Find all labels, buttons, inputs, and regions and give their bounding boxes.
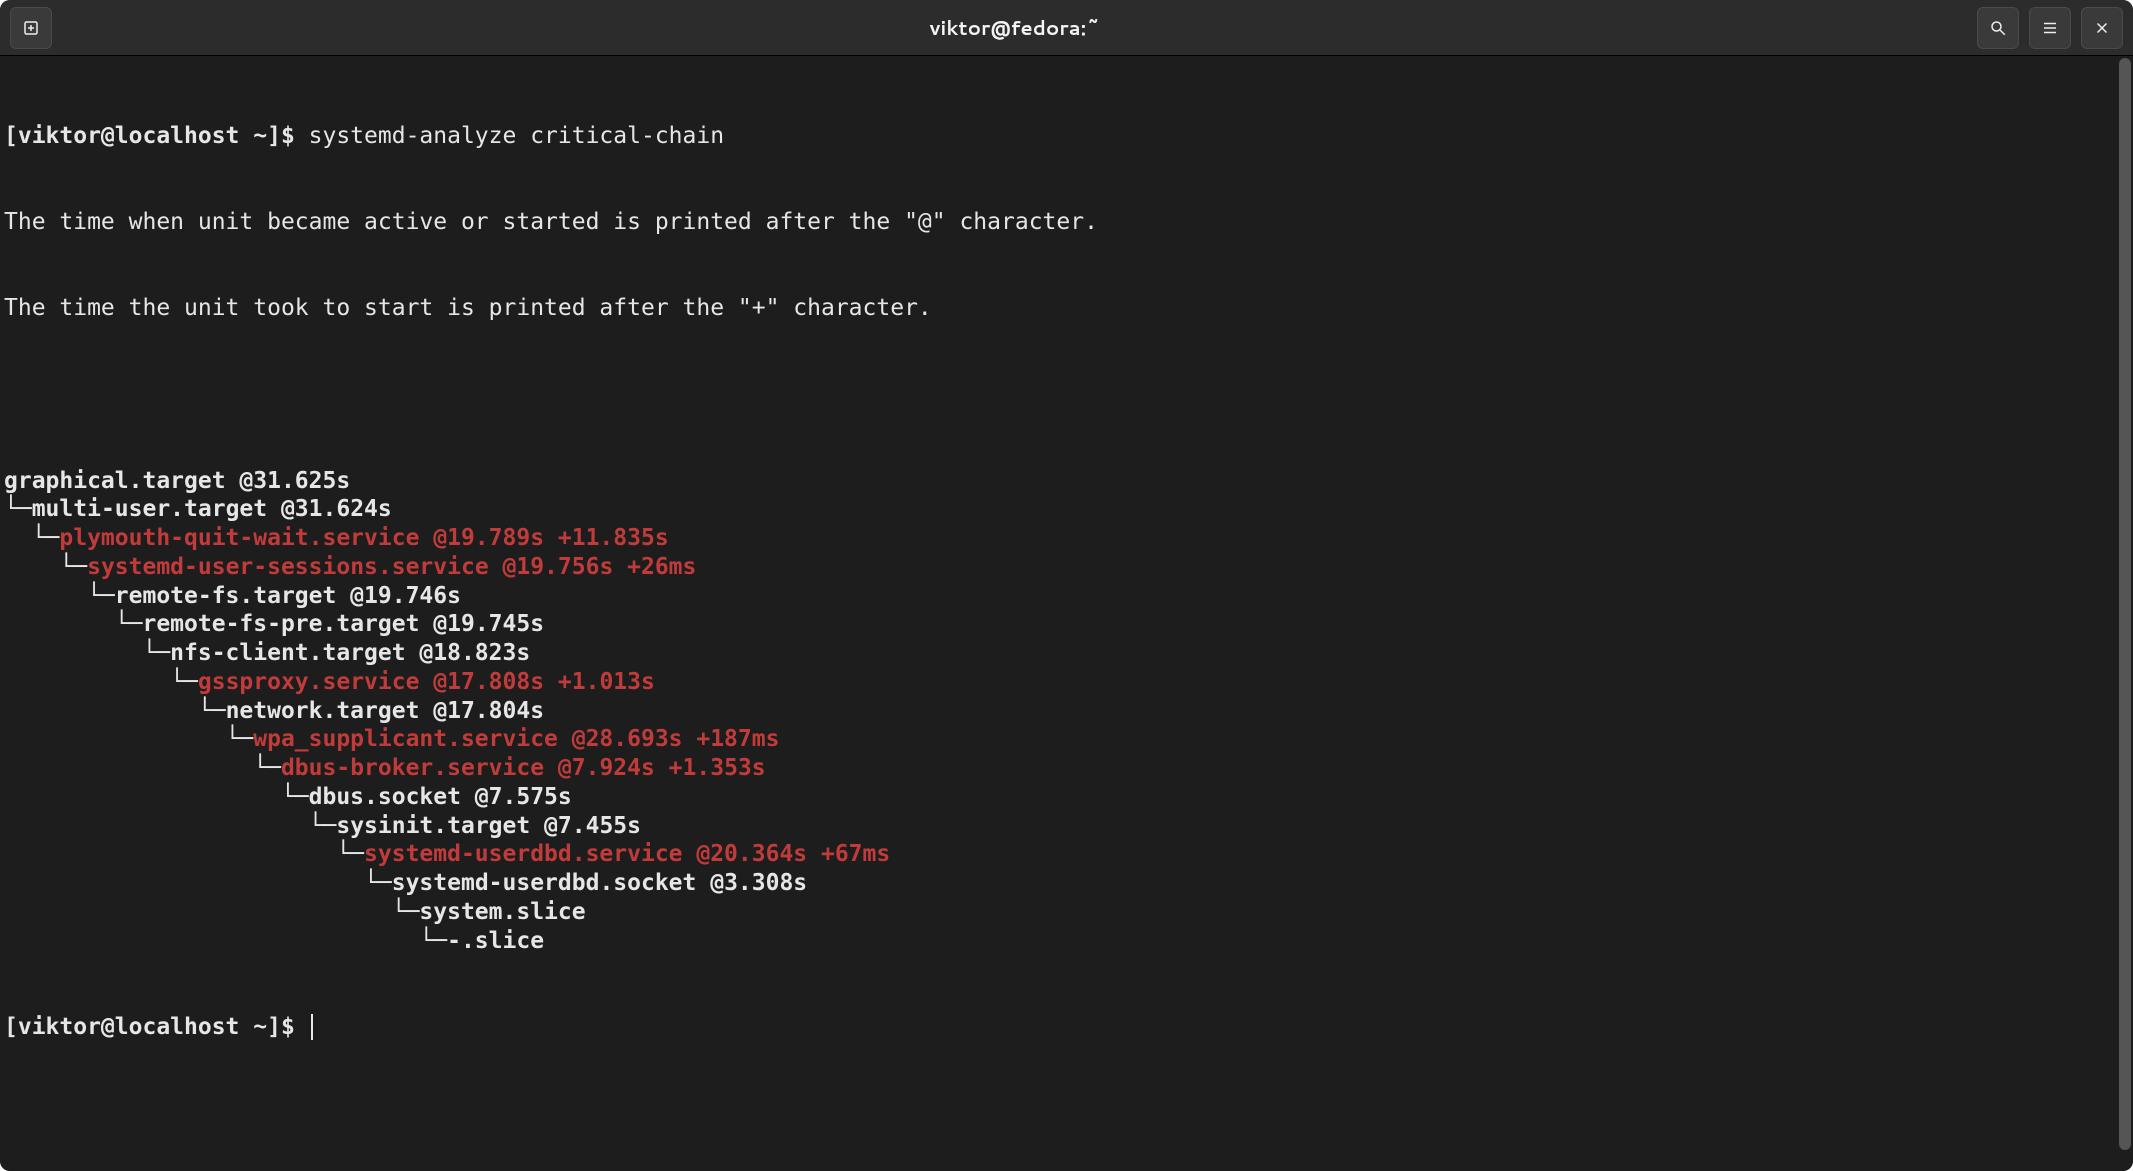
unit-entry: systemd-userdbd.service @20.364s +67ms bbox=[364, 841, 890, 867]
tree-branch-icon: └─ bbox=[4, 870, 392, 896]
tree-branch-icon: └─ bbox=[4, 554, 87, 580]
tree-branch-icon: └─ bbox=[4, 496, 32, 522]
blank-line bbox=[4, 380, 2129, 409]
unit-entry: remote-fs-pre.target @19.745s bbox=[142, 611, 544, 637]
close-icon bbox=[2093, 19, 2111, 37]
shell-prompt: [viktor@localhost ~]$ bbox=[4, 123, 309, 149]
explain-line-2: The time the unit took to start is print… bbox=[4, 294, 2129, 323]
tree-branch-icon: └─ bbox=[4, 813, 336, 839]
tree-line: └─sysinit.target @7.455s bbox=[4, 812, 2129, 841]
unit-entry: network.target @17.804s bbox=[226, 698, 545, 724]
tree-branch-icon: └─ bbox=[4, 899, 419, 925]
tree-branch-icon: └─ bbox=[4, 784, 309, 810]
new-tab-button[interactable] bbox=[10, 7, 52, 49]
explain-line-1: The time when unit became active or star… bbox=[4, 208, 2129, 237]
tree-branch-icon: └─ bbox=[4, 669, 198, 695]
critical-chain-tree: graphical.target @31.625s└─multi-user.ta… bbox=[4, 467, 2129, 956]
tree-line: └─nfs-client.target @18.823s bbox=[4, 639, 2129, 668]
tree-line: └─plymouth-quit-wait.service @19.789s +1… bbox=[4, 524, 2129, 553]
next-prompt-line: [viktor@localhost ~]$ bbox=[4, 1013, 2129, 1042]
typed-command: systemd-analyze critical-chain bbox=[309, 123, 724, 149]
tree-branch-icon: └─ bbox=[4, 525, 59, 551]
tree-line: └─systemd-user-sessions.service @19.756s… bbox=[4, 553, 2129, 582]
scrollbar-thumb[interactable] bbox=[2119, 58, 2131, 1150]
unit-entry: plymouth-quit-wait.service @19.789s +11.… bbox=[59, 525, 668, 551]
tree-branch-icon: └─ bbox=[4, 611, 142, 637]
unit-entry: system.slice bbox=[419, 899, 585, 925]
tree-line: └─multi-user.target @31.624s bbox=[4, 495, 2129, 524]
unit-entry: multi-user.target @31.624s bbox=[32, 496, 392, 522]
tree-branch-icon: └─ bbox=[4, 698, 226, 724]
tree-line: └─systemd-userdbd.socket @3.308s bbox=[4, 869, 2129, 898]
tree-branch-icon: └─ bbox=[4, 755, 281, 781]
unit-entry: wpa_supplicant.service @28.693s +187ms bbox=[253, 726, 779, 752]
tree-line: └─remote-fs.target @19.746s bbox=[4, 582, 2129, 611]
tree-line: └─dbus-broker.service @7.924s +1.353s bbox=[4, 754, 2129, 783]
terminal-viewport[interactable]: [viktor@localhost ~]$ systemd-analyze cr… bbox=[0, 56, 2133, 1171]
tree-line: └─network.target @17.804s bbox=[4, 697, 2129, 726]
search-icon bbox=[1989, 19, 2007, 37]
close-button[interactable] bbox=[2081, 7, 2123, 49]
window-title: viktor@fedora:~ bbox=[52, 14, 1977, 42]
titlebar: viktor@fedora:~ bbox=[0, 0, 2133, 56]
unit-entry: gssproxy.service @17.808s +1.013s bbox=[198, 669, 655, 695]
new-tab-icon bbox=[22, 19, 40, 37]
tree-line: └─gssproxy.service @17.808s +1.013s bbox=[4, 668, 2129, 697]
menu-button[interactable] bbox=[2029, 7, 2071, 49]
unit-entry: remote-fs.target @19.746s bbox=[115, 583, 461, 609]
tree-line: └─system.slice bbox=[4, 898, 2129, 927]
tree-branch-icon: └─ bbox=[4, 640, 170, 666]
tree-line: graphical.target @31.625s bbox=[4, 467, 2129, 496]
terminal-window: viktor@fedora:~ bbox=[0, 0, 2133, 1171]
unit-entry: systemd-userdbd.socket @3.308s bbox=[392, 870, 807, 896]
hamburger-icon bbox=[2041, 19, 2059, 37]
tree-line: └─systemd-userdbd.service @20.364s +67ms bbox=[4, 840, 2129, 869]
tree-branch-icon: └─ bbox=[4, 928, 447, 954]
unit-entry: graphical.target @31.625s bbox=[4, 468, 350, 494]
tree-branch-icon: └─ bbox=[4, 583, 115, 609]
command-line: [viktor@localhost ~]$ systemd-analyze cr… bbox=[4, 122, 2129, 151]
tree-branch-icon: └─ bbox=[4, 841, 364, 867]
text-cursor bbox=[311, 1014, 313, 1039]
tree-line: └─dbus.socket @7.575s bbox=[4, 783, 2129, 812]
unit-entry: -.slice bbox=[447, 928, 544, 954]
unit-entry: dbus.socket @7.575s bbox=[309, 784, 572, 810]
tree-line: └─wpa_supplicant.service @28.693s +187ms bbox=[4, 725, 2129, 754]
tree-line: └─remote-fs-pre.target @19.745s bbox=[4, 610, 2129, 639]
unit-entry: nfs-client.target @18.823s bbox=[170, 640, 530, 666]
unit-entry: sysinit.target @7.455s bbox=[336, 813, 641, 839]
tree-line: └─-.slice bbox=[4, 927, 2129, 956]
vertical-scrollbar[interactable] bbox=[2119, 56, 2131, 1171]
unit-entry: dbus-broker.service @7.924s +1.353s bbox=[281, 755, 766, 781]
search-button[interactable] bbox=[1977, 7, 2019, 49]
tree-branch-icon: └─ bbox=[4, 726, 253, 752]
unit-entry: systemd-user-sessions.service @19.756s +… bbox=[87, 554, 696, 580]
shell-prompt: [viktor@localhost ~]$ bbox=[4, 1014, 309, 1040]
